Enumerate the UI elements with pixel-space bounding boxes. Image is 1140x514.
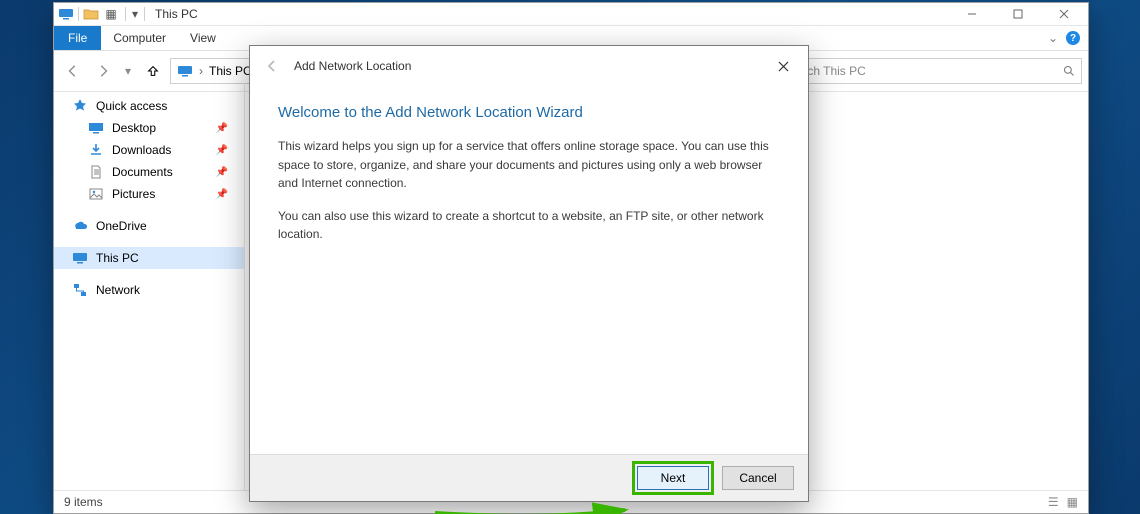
nav-back-button[interactable] bbox=[60, 58, 86, 84]
dialog-paragraph: This wizard helps you sign up for a serv… bbox=[278, 137, 778, 193]
network-icon bbox=[72, 282, 88, 298]
separator bbox=[78, 7, 79, 21]
nav-up-button[interactable] bbox=[140, 58, 166, 84]
nav-history-button[interactable]: ▾ bbox=[120, 58, 136, 84]
dialog-back-button[interactable] bbox=[260, 54, 284, 78]
search-icon bbox=[1063, 65, 1075, 77]
sidebar-item-label: Downloads bbox=[112, 143, 171, 157]
sidebar-quick-access[interactable]: Quick access bbox=[54, 95, 244, 117]
cancel-button[interactable]: Cancel bbox=[722, 466, 794, 490]
star-icon bbox=[72, 98, 88, 114]
thispc-icon bbox=[177, 63, 193, 79]
sidebar-item-desktop[interactable]: Desktop 📌 bbox=[54, 117, 244, 139]
minimize-button[interactable] bbox=[952, 3, 992, 25]
help-icon[interactable]: ? bbox=[1066, 31, 1080, 45]
sidebar-item-documents[interactable]: Documents 📌 bbox=[54, 161, 244, 183]
sidebar-item-thispc[interactable]: This PC bbox=[54, 247, 244, 269]
separator bbox=[144, 7, 145, 21]
dialog-titlebar: Add Network Location bbox=[250, 46, 808, 86]
next-button[interactable]: Next bbox=[637, 466, 709, 490]
pin-icon: 📌 bbox=[216, 189, 228, 200]
documents-icon bbox=[88, 164, 104, 180]
thispc-icon bbox=[58, 6, 74, 22]
sidebar-item-network[interactable]: Network bbox=[54, 279, 244, 301]
status-item-count: 9 items bbox=[64, 495, 103, 509]
pin-icon: 📌 bbox=[216, 123, 228, 134]
desktop-background: ▦ ▾ This PC File Computer View ⌄ ? bbox=[0, 0, 1140, 514]
sidebar-item-pictures[interactable]: Pictures 📌 bbox=[54, 183, 244, 205]
dialog-body: Welcome to the Add Network Location Wiza… bbox=[250, 86, 808, 454]
sidebar-item-downloads[interactable]: Downloads 📌 bbox=[54, 139, 244, 161]
window-title: This PC bbox=[155, 7, 198, 21]
tab-view[interactable]: View bbox=[178, 26, 228, 50]
tiles-view-icon[interactable]: ▦ bbox=[1067, 495, 1078, 509]
tab-computer[interactable]: Computer bbox=[101, 26, 178, 50]
dialog-footer: Next Cancel bbox=[250, 454, 808, 501]
search-box[interactable]: Search This PC bbox=[775, 58, 1082, 84]
details-view-icon[interactable]: ☰ bbox=[1048, 495, 1059, 509]
breadcrumb-text[interactable]: This PC bbox=[209, 64, 252, 78]
dialog-title: Add Network Location bbox=[294, 59, 411, 73]
ribbon-expand-icon[interactable]: ⌄ bbox=[1048, 31, 1058, 45]
file-tab[interactable]: File bbox=[54, 26, 101, 50]
sidebar-item-label: This PC bbox=[96, 251, 139, 265]
highlight-annotation: Next bbox=[632, 461, 714, 495]
separator bbox=[125, 7, 126, 21]
navigation-pane: Quick access Desktop 📌 Downloads 📌 bbox=[54, 83, 245, 491]
downloads-icon bbox=[88, 142, 104, 158]
dialog-paragraph: You can also use this wizard to create a… bbox=[278, 207, 778, 244]
add-network-location-dialog: Add Network Location Welcome to the Add … bbox=[249, 45, 809, 502]
dialog-close-button[interactable] bbox=[768, 54, 798, 78]
sidebar-item-label: Documents bbox=[112, 165, 173, 179]
onedrive-icon bbox=[72, 218, 88, 234]
sidebar-item-label: Quick access bbox=[96, 99, 167, 113]
sidebar-item-label: Pictures bbox=[112, 187, 155, 201]
close-button[interactable] bbox=[1044, 3, 1084, 25]
chevron-right-icon[interactable]: › bbox=[199, 64, 203, 78]
sidebar-item-onedrive[interactable]: OneDrive bbox=[54, 215, 244, 237]
pictures-icon bbox=[88, 186, 104, 202]
chevron-down-icon[interactable]: ▾ bbox=[132, 7, 138, 21]
folder-icon[interactable] bbox=[83, 6, 99, 22]
nav-forward-button[interactable] bbox=[90, 58, 116, 84]
thispc-icon bbox=[72, 250, 88, 266]
desktop-icon bbox=[88, 120, 104, 136]
maximize-button[interactable] bbox=[998, 3, 1038, 25]
quick-access-toolbar: ▦ bbox=[58, 6, 119, 22]
pin-icon: 📌 bbox=[216, 145, 228, 156]
titlebar: ▦ ▾ This PC bbox=[54, 3, 1088, 26]
dialog-heading: Welcome to the Add Network Location Wiza… bbox=[278, 104, 780, 121]
sidebar-item-label: OneDrive bbox=[96, 219, 147, 233]
properties-icon[interactable]: ▦ bbox=[103, 6, 119, 22]
pin-icon: 📌 bbox=[216, 167, 228, 178]
sidebar-item-label: Network bbox=[96, 283, 140, 297]
sidebar-item-label: Desktop bbox=[112, 121, 156, 135]
